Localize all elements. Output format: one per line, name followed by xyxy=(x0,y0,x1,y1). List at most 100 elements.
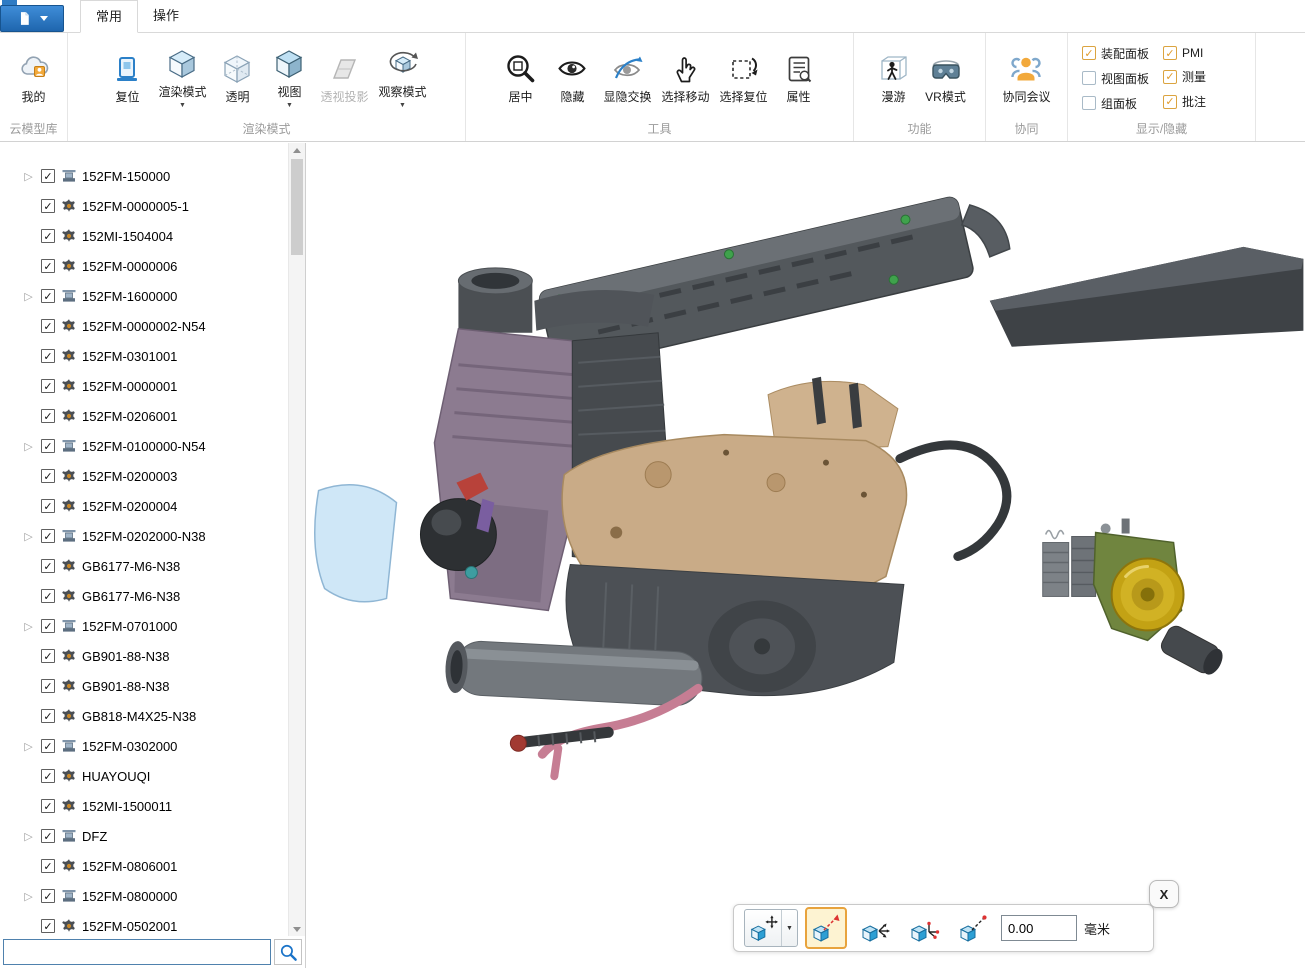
tree-scrollbar[interactable] xyxy=(288,143,305,936)
ribbon-button-select-reset[interactable]: 选择复位 xyxy=(716,50,772,107)
tree-item[interactable]: ✓152MI-1500011 xyxy=(0,791,288,821)
tree-item[interactable]: ▷✓152FM-1600000 xyxy=(0,281,288,311)
tree-item[interactable]: ✓152FM-0000005-1 xyxy=(0,191,288,221)
toggle-annotation[interactable]: ✓批注 xyxy=(1163,93,1206,110)
ribbon-button-transparent[interactable]: 透明 xyxy=(212,50,262,107)
checkbox-icon[interactable]: ✓ xyxy=(41,919,55,933)
checkbox-icon[interactable]: ✓ xyxy=(41,559,55,573)
tree-item[interactable]: ✓152FM-0000001 xyxy=(0,371,288,401)
ribbon-button-meeting[interactable]: 协同会议 xyxy=(998,50,1054,107)
tree-item[interactable]: ▷✓DFZ xyxy=(0,821,288,851)
tree-item[interactable]: ✓GB901-88-N38 xyxy=(0,641,288,671)
tree-item[interactable]: ▷✓152FM-0202000-N38 xyxy=(0,521,288,551)
scroll-up-icon[interactable] xyxy=(289,143,305,157)
checkbox-icon[interactable]: ✓ xyxy=(41,319,55,333)
checkbox-icon[interactable]: ✓ xyxy=(41,739,55,753)
tree-item[interactable]: ▷✓152FM-0701000 xyxy=(0,611,288,641)
part-hook-pipe[interactable] xyxy=(900,445,1007,557)
toggle-assembly-panel[interactable]: ✓装配面板 xyxy=(1082,45,1149,62)
ribbon-button-reset[interactable]: 复位 xyxy=(102,50,152,107)
checkbox-icon[interactable]: ✓ xyxy=(41,499,55,513)
tree-item[interactable]: ✓GB818-M4X25-N38 xyxy=(0,701,288,731)
toggle-view-panel[interactable]: 视图面板 xyxy=(1082,70,1149,87)
expander-icon[interactable]: ▷ xyxy=(20,440,37,453)
toggle-group-panel[interactable]: 组面板 xyxy=(1082,95,1149,112)
expander-icon[interactable]: ▷ xyxy=(20,290,37,303)
checkbox-icon[interactable]: ✓ xyxy=(41,769,55,783)
ribbon-button-roam[interactable]: 漫游 xyxy=(869,50,919,107)
transform-button-free-move[interactable] xyxy=(805,907,847,949)
tree-item[interactable]: ▷✓152FM-0100000-N54 xyxy=(0,431,288,461)
tree-search-button[interactable] xyxy=(274,939,302,965)
expander-icon[interactable]: ▷ xyxy=(20,890,37,903)
tree-search-input[interactable] xyxy=(3,939,271,965)
checkbox-icon[interactable]: ✓ xyxy=(41,619,55,633)
tree-item[interactable]: ✓152FM-0206001 xyxy=(0,401,288,431)
tree-item[interactable]: ✓152FM-0000006 xyxy=(0,251,288,281)
tree-item[interactable]: ▷✓152FM-0302000 xyxy=(0,731,288,761)
scrollbar-thumb[interactable] xyxy=(291,159,303,255)
tree-item[interactable]: ✓152FM-0806001 xyxy=(0,851,288,881)
tree-item[interactable]: ✓GB901-88-N38 xyxy=(0,671,288,701)
expander-icon[interactable]: ▷ xyxy=(20,530,37,543)
checkbox-icon[interactable]: ✓ xyxy=(41,829,55,843)
tree-item[interactable]: ▷✓152FM-150000 xyxy=(0,161,288,191)
tree-item[interactable]: ✓152FM-0502001 xyxy=(0,911,288,936)
viewport[interactable]: ▼ 毫米 X xyxy=(306,143,1305,968)
tree-item[interactable]: ▷✓152FM-0800000 xyxy=(0,881,288,911)
part-carburetor[interactable] xyxy=(1043,519,1227,679)
checkbox-icon[interactable]: ✓ xyxy=(41,229,55,243)
ribbon-button-select-move[interactable]: 选择移动 xyxy=(657,50,713,107)
transform-button-axis-move[interactable] xyxy=(854,907,896,949)
checkbox-icon[interactable]: ✓ xyxy=(41,679,55,693)
expander-icon[interactable]: ▷ xyxy=(20,170,37,183)
distance-input[interactable] xyxy=(1001,915,1077,941)
transform-button-frame-move[interactable] xyxy=(903,907,945,949)
ribbon-button-my-models[interactable]: 我的 xyxy=(9,50,59,107)
checkbox-icon[interactable]: ✓ xyxy=(41,259,55,273)
ribbon-button-properties[interactable]: 属性 xyxy=(774,50,824,107)
tree-item[interactable]: ✓GB6177-M6-N38 xyxy=(0,581,288,611)
tab-operate[interactable]: 操作 xyxy=(138,0,194,33)
scroll-down-icon[interactable] xyxy=(289,922,305,936)
part-cover-plate[interactable] xyxy=(990,247,1304,347)
checkbox-icon[interactable]: ✓ xyxy=(41,349,55,363)
tree-item[interactable]: ✓152FM-0301001 xyxy=(0,341,288,371)
checkbox-icon[interactable]: ✓ xyxy=(41,889,55,903)
checkbox-icon[interactable]: ✓ xyxy=(41,289,55,303)
ribbon-button-vr-mode[interactable]: VR模式 xyxy=(921,50,971,107)
checkbox-icon[interactable]: ✓ xyxy=(41,589,55,603)
part-wind-shield[interactable] xyxy=(315,485,397,602)
toggle-measure[interactable]: ✓测量 xyxy=(1163,68,1206,85)
transform-toolbar-close-button[interactable]: X xyxy=(1149,880,1179,908)
checkbox-icon[interactable]: ✓ xyxy=(41,469,55,483)
ribbon-button-toggle-visibility[interactable]: 显隐交换 xyxy=(599,50,655,107)
tree-item[interactable]: ✓152MI-1504004 xyxy=(0,221,288,251)
checkbox-icon[interactable]: ✓ xyxy=(41,709,55,723)
ribbon-button-hide[interactable]: 隐藏 xyxy=(547,50,597,107)
checkbox-icon[interactable]: ✓ xyxy=(41,379,55,393)
checkbox-icon[interactable]: ✓ xyxy=(41,799,55,813)
ribbon-button-center[interactable]: 居中 xyxy=(495,50,545,107)
tree-item[interactable]: ✓HUAYOUQI xyxy=(0,761,288,791)
checkbox-icon[interactable]: ✓ xyxy=(41,529,55,543)
toggle-pmi[interactable]: ✓PMI xyxy=(1163,46,1206,60)
tree-item[interactable]: ✓152FM-0200003 xyxy=(0,461,288,491)
checkbox-icon[interactable]: ✓ xyxy=(41,199,55,213)
tree-item[interactable]: ✓152FM-0200004 xyxy=(0,491,288,521)
tree-item[interactable]: ✓152FM-0000002-N54 xyxy=(0,311,288,341)
checkbox-icon[interactable]: ✓ xyxy=(41,169,55,183)
transform-button-plane-move[interactable] xyxy=(952,907,994,949)
expander-icon[interactable]: ▷ xyxy=(20,740,37,753)
engine-3d-model[interactable] xyxy=(306,143,1305,968)
file-menu-button[interactable] xyxy=(0,5,64,32)
tab-common[interactable]: 常用 xyxy=(80,0,138,33)
checkbox-icon[interactable]: ✓ xyxy=(41,649,55,663)
ribbon-button-render-mode[interactable]: 渲染模式▼ xyxy=(154,45,210,111)
checkbox-icon[interactable]: ✓ xyxy=(41,409,55,423)
ribbon-button-observe-mode[interactable]: 观察模式▼ xyxy=(375,45,431,111)
ribbon-button-view[interactable]: 视图▼ xyxy=(264,45,314,111)
transform-mode-dropdown[interactable]: ▼ xyxy=(744,909,798,947)
tree-item[interactable]: ✓GB6177-M6-N38 xyxy=(0,551,288,581)
expander-icon[interactable]: ▷ xyxy=(20,620,37,633)
